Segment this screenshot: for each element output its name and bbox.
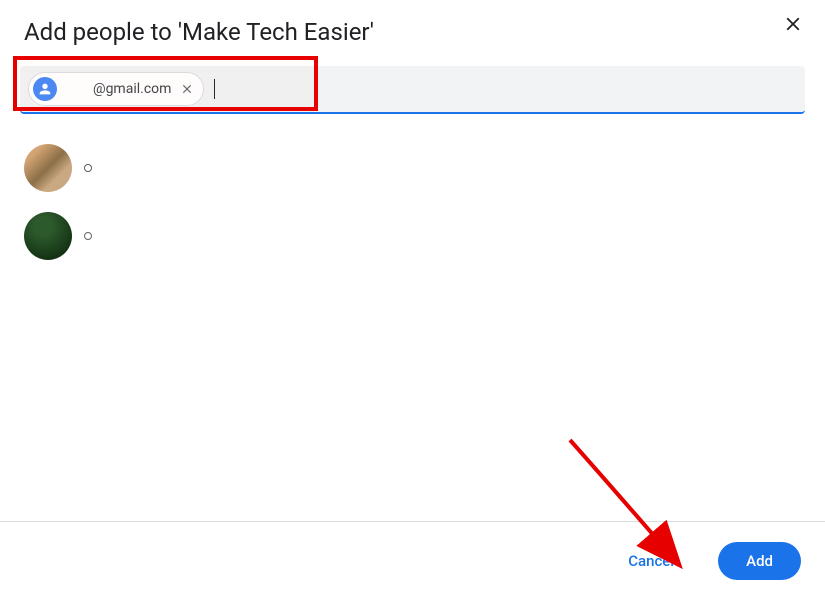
avatar xyxy=(24,212,72,260)
people-input[interactable]: @gmail.com xyxy=(20,66,805,114)
person-icon xyxy=(33,77,57,101)
avatar xyxy=(24,144,72,192)
chip-email: @gmail.com xyxy=(63,81,171,97)
add-people-dialog: Add people to 'Make Tech Easier' @gmail.… xyxy=(0,0,825,600)
status-indicator xyxy=(84,164,92,172)
cancel-button[interactable]: Cancel xyxy=(600,542,702,580)
close-icon xyxy=(180,82,194,96)
chip-remove-button[interactable] xyxy=(179,81,195,97)
dialog-header: Add people to 'Make Tech Easier' xyxy=(0,0,825,56)
dialog-title: Add people to 'Make Tech Easier' xyxy=(24,18,374,46)
person-chip[interactable]: @gmail.com xyxy=(28,72,204,106)
dialog-footer: Cancel Add xyxy=(0,521,825,600)
suggestion-item[interactable] xyxy=(24,212,801,260)
add-button[interactable]: Add xyxy=(718,542,801,580)
close-icon xyxy=(782,13,804,35)
close-button[interactable] xyxy=(781,12,805,36)
input-container: @gmail.com xyxy=(0,66,825,114)
suggestion-item[interactable] xyxy=(24,144,801,192)
suggestions-list xyxy=(0,114,825,290)
text-cursor xyxy=(214,79,215,99)
status-indicator xyxy=(84,232,92,240)
